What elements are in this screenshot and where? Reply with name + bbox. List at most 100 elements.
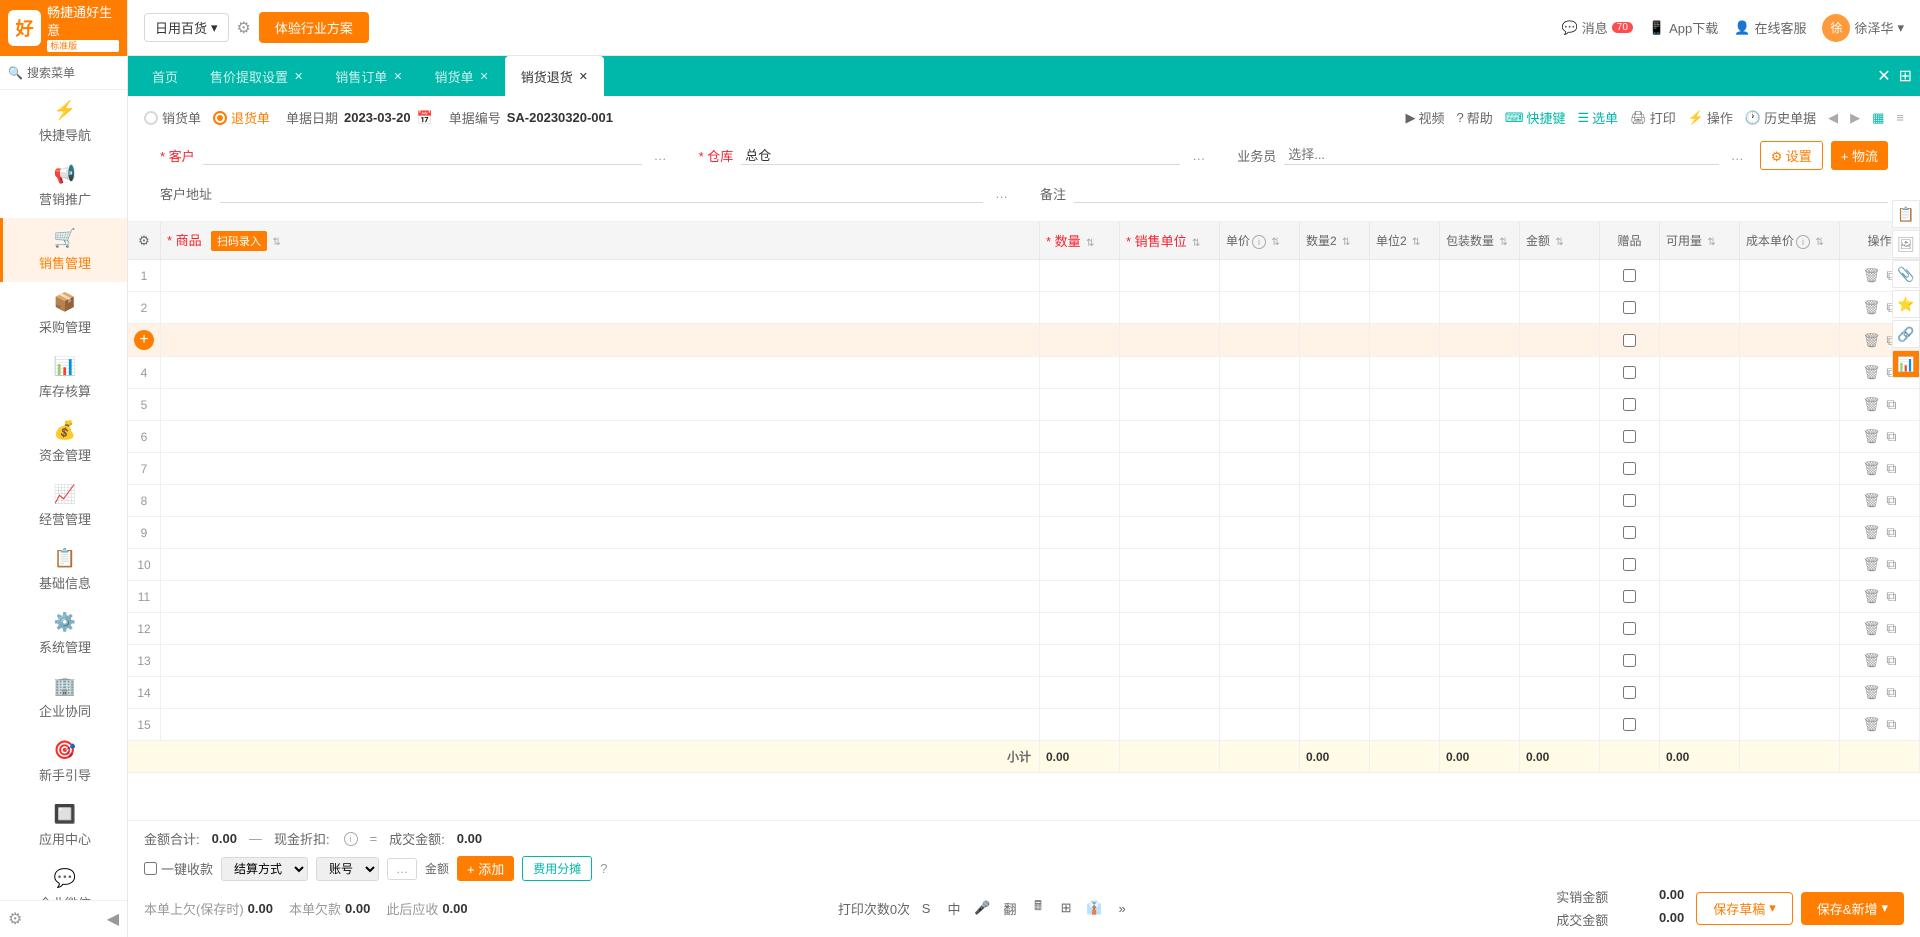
toolbar-operate[interactable]: ⚡ 操作 xyxy=(1688,108,1733,127)
gift-checkbox[interactable] xyxy=(1623,269,1636,282)
unit2-cell[interactable] xyxy=(1370,260,1440,292)
warehouse-dots-btn[interactable]: … xyxy=(1192,148,1205,163)
chinese-icon[interactable]: 中 xyxy=(942,896,966,920)
delete-row-icon[interactable]: 🗑 xyxy=(1863,267,1881,284)
new-pack-cell[interactable] xyxy=(1440,324,1520,357)
qty2-sort-icon[interactable]: ⇅ xyxy=(1342,237,1350,248)
message-btn[interactable]: 💬 消息 70 xyxy=(1562,18,1633,37)
user-avatar[interactable]: 徐 徐泽华 ▾ xyxy=(1822,14,1904,42)
tab-home[interactable]: 首页 xyxy=(136,56,194,96)
gift-checkbox[interactable] xyxy=(1623,398,1636,411)
prev-record-icon[interactable]: ◀ xyxy=(1828,110,1838,126)
delete-row-icon[interactable]: 🗑 xyxy=(1863,684,1881,701)
float-notes-btn[interactable]: 📋 xyxy=(1892,200,1920,228)
sidebar-item-enterprise[interactable]: 🏢 企业协同 xyxy=(0,666,127,730)
close-tab-btn[interactable]: ✕ xyxy=(1877,66,1890,86)
pack-qty-cell[interactable] xyxy=(1440,292,1520,324)
cost-price-cell[interactable] xyxy=(1740,292,1840,324)
cost-price-info-icon[interactable]: i xyxy=(1796,235,1810,249)
price-sort-icon[interactable]: ⇅ xyxy=(1271,237,1279,248)
unit-price-cell[interactable] xyxy=(1220,260,1300,292)
amount-cell[interactable] xyxy=(1520,260,1600,292)
delete-row-icon[interactable]: 🗑 xyxy=(1863,652,1881,669)
delete-row-icon[interactable]: 🗑 xyxy=(1863,524,1881,541)
add-payment-btn[interactable]: + 添加 xyxy=(457,856,514,881)
new-product-cell[interactable] xyxy=(161,324,1040,357)
product-cell[interactable] xyxy=(161,260,1040,292)
salesperson-dots-btn[interactable]: … xyxy=(1731,148,1744,163)
sougou-icon[interactable]: S xyxy=(914,896,938,920)
amount-cell[interactable] xyxy=(1520,292,1600,324)
tab-price-setting[interactable]: 售价提取设置 ✕ xyxy=(194,56,319,96)
industry-dropdown[interactable]: 日用百货 ▾ xyxy=(144,13,229,42)
account-select[interactable]: 账号 xyxy=(316,857,379,881)
notes-input[interactable] xyxy=(1074,183,1888,203)
sidebar-item-basics[interactable]: 📋 基础信息 xyxy=(0,538,127,602)
sidebar-item-quick-nav[interactable]: ⚡ 快捷导航 xyxy=(0,90,127,154)
quantity-cell[interactable] xyxy=(1040,292,1120,324)
shirt-icon[interactable]: 👔 xyxy=(1082,896,1106,920)
available-sort-icon[interactable]: ⇅ xyxy=(1707,237,1715,248)
gift-cell[interactable] xyxy=(1600,292,1660,324)
sidebar-item-apps[interactable]: 🔲 应用中心 xyxy=(0,794,127,858)
gift-checkbox[interactable] xyxy=(1623,654,1636,667)
toolbar-history[interactable]: 🕐 历史单据 xyxy=(1745,108,1816,127)
gift-checkbox[interactable] xyxy=(1623,558,1636,571)
calc-method-select[interactable]: 结算方式 xyxy=(221,857,308,881)
new-unit2-cell[interactable] xyxy=(1370,324,1440,357)
delete-row-icon[interactable]: 🗑 xyxy=(1863,332,1881,349)
list-view-icon[interactable]: ≡ xyxy=(1896,110,1904,125)
app-download-btn[interactable]: 📱 App下载 xyxy=(1649,18,1718,37)
copy-row-icon[interactable]: ⧉ xyxy=(1886,460,1896,477)
float-star-btn[interactable]: ⭐ xyxy=(1892,290,1920,318)
product-sort-icon[interactable]: ⇅ xyxy=(272,237,280,248)
toolbar-print[interactable]: 🖨 打印 xyxy=(1630,108,1676,127)
float-attachment-btn[interactable]: 📎 xyxy=(1892,260,1920,288)
quantity-cell[interactable] xyxy=(1040,260,1120,292)
delete-row-icon[interactable]: 🗑 xyxy=(1863,299,1881,316)
next-record-icon[interactable]: ▶ xyxy=(1850,110,1860,126)
logistics-btn[interactable]: + 物流 xyxy=(1831,141,1888,170)
copy-row-icon[interactable]: ⧉ xyxy=(1886,396,1896,413)
sidebar-item-guide[interactable]: 🎯 新手引导 xyxy=(0,730,127,794)
product-cell[interactable] xyxy=(161,292,1040,324)
gift-checkbox[interactable] xyxy=(1623,430,1636,443)
sidebar-item-finance[interactable]: 💰 资金管理 xyxy=(0,410,127,474)
copy-row-icon[interactable]: ⧉ xyxy=(1886,716,1896,733)
mic-icon[interactable]: 🎤 xyxy=(970,896,994,920)
tab-sales-return[interactable]: 销货退货 ✕ xyxy=(505,56,604,96)
account-dots-btn[interactable]: … xyxy=(387,858,417,880)
delete-row-icon[interactable]: 🗑 xyxy=(1863,364,1881,381)
gift-checkbox[interactable] xyxy=(1623,366,1636,379)
unit-price-cell[interactable] xyxy=(1220,292,1300,324)
tab-close-icon[interactable]: ✕ xyxy=(579,70,588,83)
delete-row-icon[interactable]: 🗑 xyxy=(1863,396,1881,413)
more-icon[interactable]: » xyxy=(1110,896,1134,920)
qty2-cell[interactable] xyxy=(1300,292,1370,324)
table-icon[interactable]: ⊞ xyxy=(1054,896,1078,920)
gift-checkbox[interactable] xyxy=(1623,301,1636,314)
pack-sort-icon[interactable]: ⇅ xyxy=(1499,237,1507,248)
new-quantity-cell[interactable] xyxy=(1040,324,1120,357)
qty2-cell[interactable] xyxy=(1300,260,1370,292)
trial-button[interactable]: 体验行业方案 xyxy=(259,12,369,43)
gift-checkbox[interactable] xyxy=(1623,686,1636,699)
unit-sort-icon[interactable]: ⇅ xyxy=(1192,238,1200,249)
tab-close-icon[interactable]: ✕ xyxy=(294,70,303,83)
save-draft-btn[interactable]: 保存草稿 ▾ xyxy=(1696,892,1793,925)
tab-sales-delivery[interactable]: 销货单 ✕ xyxy=(418,56,504,96)
new-unit-cell[interactable] xyxy=(1120,324,1220,357)
delete-row-icon[interactable]: 🗑 xyxy=(1863,588,1881,605)
new-cost-cell[interactable] xyxy=(1740,324,1840,357)
fee-help-icon[interactable]: ? xyxy=(600,861,607,876)
salesperson-input[interactable] xyxy=(1284,145,1719,165)
copy-row-icon[interactable]: ⧉ xyxy=(1886,556,1896,573)
delete-row-icon[interactable]: 🗑 xyxy=(1863,460,1881,477)
product-input[interactable] xyxy=(167,268,1033,283)
copy-row-icon[interactable]: ⧉ xyxy=(1886,620,1896,637)
settings-btn[interactable]: ⚙ 设置 xyxy=(1760,141,1823,170)
copy-row-icon[interactable]: ⧉ xyxy=(1886,588,1896,605)
sidebar-search[interactable]: 🔍 搜索菜单 xyxy=(0,56,127,90)
float-chart-btn[interactable]: 📊 xyxy=(1892,350,1920,378)
available-cell[interactable] xyxy=(1660,292,1740,324)
